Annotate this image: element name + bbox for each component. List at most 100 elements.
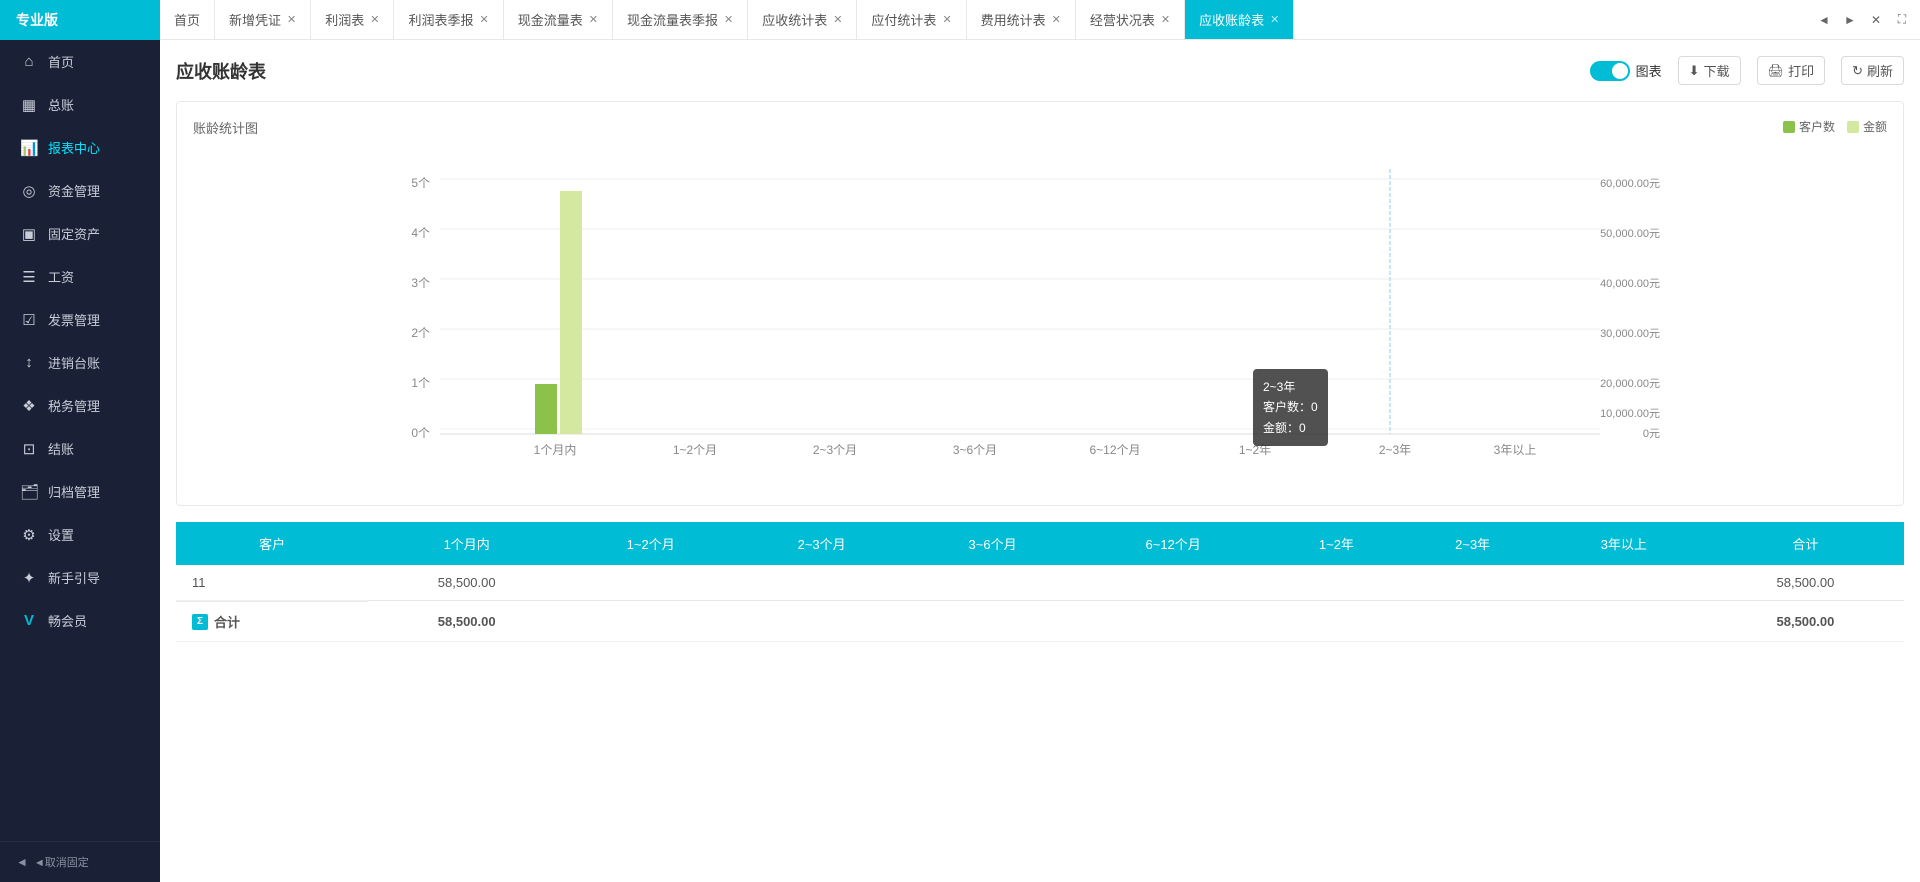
sidebar-item-stock[interactable]: ↕ 进销台账 <box>0 341 160 384</box>
assets-icon: ▣ <box>20 225 38 243</box>
chart-toggle[interactable]: 图表 <box>1590 61 1662 81</box>
cell-total-total: 58,500.00 <box>1707 601 1904 642</box>
funds-icon: ◎ <box>20 182 38 200</box>
refresh-button[interactable]: ↻ 刷新 <box>1841 56 1904 85</box>
archive-icon: 🗂 <box>20 483 38 501</box>
cell-y3-0 <box>1405 565 1541 601</box>
col-m12: 6~12个月 <box>1078 522 1268 565</box>
print-button[interactable]: 🖨 打印 <box>1757 56 1826 85</box>
col-y3: 2~3年 <box>1405 522 1541 565</box>
sidebar-item-settings[interactable]: ⚙ 设置 <box>0 513 160 556</box>
cell-m1-0: 58,500.00 <box>368 565 565 601</box>
sidebar-item-guide[interactable]: ✦ 新手引导 <box>0 556 160 599</box>
tab-profit[interactable]: 利润表 ✕ <box>311 0 394 39</box>
sidebar: 专业版 ⌂ 首页 ▦ 总账 📊 报表中心 ◎ 资金管理 ▣ 固定资产 ☰ 工资 … <box>0 0 160 882</box>
gear-icon: ⚙ <box>20 526 38 544</box>
tab-cashflow[interactable]: 现金流量表 ✕ <box>504 0 613 39</box>
tab-close-aging[interactable]: ✕ <box>1270 13 1279 26</box>
tab-profit-quarter[interactable]: 利润表季报 ✕ <box>394 0 503 39</box>
cell-m3-0 <box>736 565 907 601</box>
sidebar-item-funds[interactable]: ◎ 资金管理 <box>0 169 160 212</box>
tab-next-btn[interactable]: ► <box>1838 8 1862 32</box>
svg-text:3年以上: 3年以上 <box>1494 443 1537 457</box>
data-table: 客户 1个月内 1~2个月 2~3个月 3~6个月 6~12个月 1~2年 2~… <box>176 522 1904 642</box>
table-row: 11 58,500.00 58,500.00 <box>176 565 1904 601</box>
legend-amount-dot <box>1847 121 1859 133</box>
sidebar-item-vip[interactable]: V 畅会员 <box>0 599 160 642</box>
sidebar-item-invoice[interactable]: ☑ 发票管理 <box>0 298 160 341</box>
svg-text:2个: 2个 <box>411 326 430 340</box>
tab-close-cashflow-quarter[interactable]: ✕ <box>724 13 733 26</box>
svg-text:0个: 0个 <box>411 426 430 440</box>
tab-close-business-stat[interactable]: ✕ <box>1161 13 1170 26</box>
toggle-knob[interactable] <box>1590 61 1630 81</box>
svg-text:20,000.00元: 20,000.00元 <box>1600 378 1660 390</box>
tab-close-voucher[interactable]: ✕ <box>287 13 296 26</box>
tab-close-profit[interactable]: ✕ <box>370 13 379 26</box>
collapse-icon: ◄ <box>16 855 28 869</box>
tab-close-all-btn[interactable]: ✕ <box>1864 8 1888 32</box>
salary-icon: ☰ <box>20 268 38 286</box>
refresh-icon: ↻ <box>1852 63 1863 79</box>
chart-title: 账龄统计图 <box>193 118 1887 137</box>
sidebar-item-salary[interactable]: ☰ 工资 <box>0 255 160 298</box>
cell-total-m3 <box>736 601 907 642</box>
col-customer: 客户 <box>176 522 368 565</box>
tab-close-expense-stat[interactable]: ✕ <box>1052 13 1061 26</box>
tab-expense-stat[interactable]: 费用统计表 ✕ <box>967 0 1076 39</box>
guide-icon: ✦ <box>20 569 38 587</box>
sidebar-item-reports[interactable]: 📊 报表中心 <box>0 126 160 169</box>
sidebar-item-home[interactable]: ⌂ 首页 <box>0 40 160 83</box>
sidebar-logo: 专业版 <box>0 0 160 40</box>
sidebar-item-close[interactable]: ⊡ 结账 <box>0 427 160 470</box>
svg-text:0元: 0元 <box>1643 428 1660 440</box>
invoice-icon: ☑ <box>20 311 38 329</box>
tab-cashflow-quarter[interactable]: 现金流量表季报 ✕ <box>613 0 748 39</box>
svg-text:2~3年: 2~3年 <box>1379 443 1411 457</box>
tab-prev-btn[interactable]: ◄ <box>1812 8 1836 32</box>
svg-text:30,000.00元: 30,000.00元 <box>1600 328 1660 340</box>
svg-text:40,000.00元: 40,000.00元 <box>1600 278 1660 290</box>
table-header-row: 客户 1个月内 1~2个月 2~3个月 3~6个月 6~12个月 1~2年 2~… <box>176 522 1904 565</box>
tab-aging[interactable]: 应收账龄表 ✕ <box>1185 0 1294 39</box>
sidebar-item-archive[interactable]: 🗂 归档管理 <box>0 470 160 513</box>
download-icon: ⬇ <box>1689 63 1700 79</box>
tab-payable-stat[interactable]: 应付统计表 ✕ <box>857 0 966 39</box>
tab-bar: 首页 新增凭证 ✕ 利润表 ✕ 利润表季报 ✕ 现金流量表 ✕ 现金流量表季报 … <box>160 0 1920 40</box>
chart-svg: 5个 4个 3个 2个 1个 0个 60,000.00元 50,000.00元 … <box>193 149 1887 489</box>
tab-close-profit-quarter[interactable]: ✕ <box>480 13 489 26</box>
toggle-label: 图表 <box>1636 61 1662 80</box>
sidebar-item-tax[interactable]: ❖ 税务管理 <box>0 384 160 427</box>
table-total-row: Σ 合计 58,500.00 58,500.00 <box>176 601 1904 642</box>
cell-total-m2 <box>565 601 736 642</box>
svg-text:1~2个月: 1~2个月 <box>673 443 717 457</box>
tab-navigation: ◄ ► ✕ ⛶ <box>1806 8 1920 32</box>
legend-customers-dot <box>1783 121 1795 133</box>
cell-m2-0 <box>565 565 736 601</box>
cell-total-y2 <box>1268 601 1404 642</box>
content-area: 应收账龄表 图表 ⬇ 下载 🖨 打印 ↻ 刷新 <box>160 40 1920 882</box>
cell-m12-0 <box>1078 565 1268 601</box>
total-icon: Σ <box>192 614 208 630</box>
download-button[interactable]: ⬇ 下载 <box>1678 56 1741 85</box>
tab-receivable-stat[interactable]: 应收统计表 ✕ <box>748 0 857 39</box>
cell-total-0: 58,500.00 <box>1707 565 1904 601</box>
chart-legend: 客户数 金额 <box>1783 118 1887 135</box>
tab-close-cashflow[interactable]: ✕ <box>589 13 598 26</box>
ledger-icon: ▦ <box>20 96 38 114</box>
sidebar-item-assets[interactable]: ▣ 固定资产 <box>0 212 160 255</box>
cell-y2-0 <box>1268 565 1404 601</box>
tab-business-stat[interactable]: 经营状况表 ✕ <box>1076 0 1185 39</box>
sidebar-item-ledger[interactable]: ▦ 总账 <box>0 83 160 126</box>
col-above3: 3年以上 <box>1541 522 1707 565</box>
cell-m6-0 <box>907 565 1078 601</box>
tab-close-receivable-stat[interactable]: ✕ <box>833 13 842 26</box>
tab-voucher[interactable]: 新增凭证 ✕ <box>215 0 311 39</box>
tab-close-payable-stat[interactable]: ✕ <box>942 13 951 26</box>
svg-text:6~12个月: 6~12个月 <box>1089 443 1140 457</box>
svg-text:60,000.00元: 60,000.00元 <box>1600 178 1660 190</box>
tab-home[interactable]: 首页 <box>160 0 215 39</box>
tab-expand-btn[interactable]: ⛶ <box>1890 8 1914 32</box>
svg-text:50,000.00元: 50,000.00元 <box>1600 228 1660 240</box>
sidebar-collapse-btn[interactable]: ◄ ◄取消固定 <box>0 841 160 882</box>
